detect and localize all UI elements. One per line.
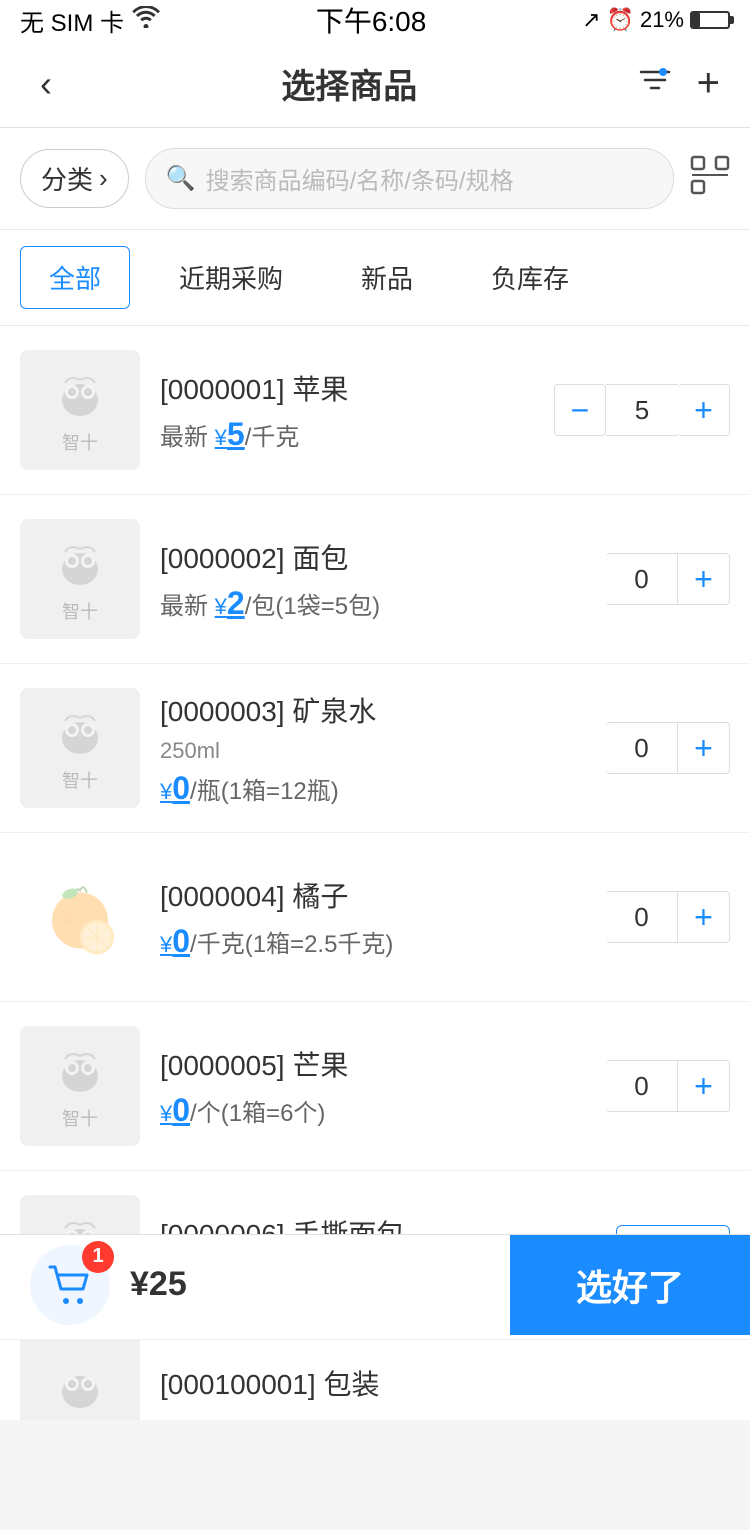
product-name-0000001: [0000001] 苹果 (160, 368, 534, 408)
product-price-0000003: ¥0/瓶(1箱=12瓶) (160, 770, 586, 807)
battery-icon (690, 11, 730, 29)
plus-button-0000005[interactable]: + (678, 1060, 730, 1112)
product-item-0000001: 智十 [0000001] 苹果 最新 ¥5/千克 − + (0, 326, 750, 495)
quantity-control-0000003: + (606, 722, 730, 774)
product-item-000100001: [000100001] 包装 (0, 1340, 750, 1420)
back-button[interactable]: ‹ (30, 53, 62, 115)
product-image-0000001: 智十 (20, 350, 140, 470)
product-info-000100001: [000100001] 包装 (160, 1363, 730, 1411)
plus-button-0000002[interactable]: + (678, 553, 730, 605)
cart-icon[interactable]: 1 (30, 1245, 110, 1325)
product-image-0000005: 智十 (20, 1026, 140, 1146)
tab-recent[interactable]: 近期采购 (150, 246, 312, 309)
filter-bar: 分类 › 🔍 搜索商品编码/名称/条码/规格 (0, 128, 750, 230)
plus-button-0000004[interactable]: + (678, 891, 730, 943)
tab-bar: 全部 近期采购 新品 负库存 (0, 230, 750, 326)
product-name-0000005: [0000005] 芒果 (160, 1044, 586, 1084)
product-item-0000003: 智十 [0000003] 矿泉水 250ml ¥0/瓶(1箱=12瓶) + (0, 664, 750, 833)
alarm-icon: ⏰ (607, 7, 634, 33)
product-item-0000004: [0000004] 橘子 ¥0/千克(1箱=2.5千克) + (0, 833, 750, 1002)
page-title: 选择商品 (281, 59, 417, 108)
cart-total: ¥25 (130, 1265, 187, 1304)
product-name-0000004: [0000004] 橘子 (160, 875, 586, 915)
quantity-input-0000003[interactable] (606, 722, 678, 774)
tab-all[interactable]: 全部 (20, 246, 130, 309)
wifi-icon (132, 6, 160, 35)
product-name-000100001: [000100001] 包装 (160, 1363, 730, 1403)
confirm-button[interactable]: 选好了 (510, 1235, 750, 1335)
battery-percent: 21% (640, 7, 684, 33)
status-right: ↗ ⏰ 21% (582, 7, 730, 33)
product-image-0000003: 智十 (20, 688, 140, 808)
product-name-0000003: [0000003] 矿泉水 (160, 690, 586, 730)
product-info-0000005: [0000005] 芒果 ¥0/个(1箱=6个) (160, 1044, 586, 1129)
product-image-0000002: 智十 (20, 519, 140, 639)
search-icon: 🔍 (166, 164, 196, 193)
product-spec-0000003: 250ml (160, 738, 586, 764)
search-placeholder: 搜索商品编码/名称/条码/规格 (206, 161, 514, 196)
product-image-0000004 (20, 857, 140, 977)
category-label: 分类 (41, 160, 93, 197)
status-left: 无 SIM 卡 (20, 3, 160, 38)
plus-button-0000001[interactable]: + (678, 384, 730, 436)
product-price-0000002: 最新 ¥2/包(1袋=5包) (160, 585, 586, 622)
quantity-control-0000005: + (606, 1060, 730, 1112)
category-button[interactable]: 分类 › (20, 149, 129, 208)
status-time: 下午6:08 (316, 0, 427, 40)
quantity-control-0000004: + (606, 891, 730, 943)
product-info-0000003: [0000003] 矿泉水 250ml ¥0/瓶(1箱=12瓶) (160, 690, 586, 807)
filter-icon[interactable] (637, 62, 673, 106)
scan-icon[interactable] (690, 155, 730, 203)
product-image-000100001 (20, 1340, 140, 1420)
quantity-input-0000001[interactable] (606, 384, 678, 436)
minus-button-0000001[interactable]: − (554, 384, 606, 436)
product-price-0000001: 最新 ¥5/千克 (160, 416, 534, 453)
product-item-0000002: 智十 [0000002] 面包 最新 ¥2/包(1袋=5包) + (0, 495, 750, 664)
quantity-input-0000002[interactable] (606, 553, 678, 605)
quantity-control-0000002: + (606, 553, 730, 605)
nav-bar: ‹ 选择商品 + (0, 40, 750, 128)
cart-badge: 1 (82, 1241, 114, 1273)
nav-actions: + (637, 61, 720, 106)
product-price-0000004: ¥0/千克(1箱=2.5千克) (160, 923, 586, 960)
location-icon: ↗ (582, 7, 600, 33)
plus-button-0000003[interactable]: + (678, 722, 730, 774)
category-chevron: › (99, 163, 108, 194)
add-button[interactable]: + (697, 61, 720, 106)
carrier-text: 无 SIM 卡 (20, 3, 124, 38)
quantity-input-0000005[interactable] (606, 1060, 678, 1112)
product-info-0000001: [0000001] 苹果 最新 ¥5/千克 (160, 368, 534, 453)
product-info-0000002: [0000002] 面包 最新 ¥2/包(1袋=5包) (160, 537, 586, 622)
bottom-bar: 1 ¥25 选好了 (0, 1234, 750, 1334)
product-item-0000005: 智十 [0000005] 芒果 ¥0/个(1箱=6个) + (0, 1002, 750, 1171)
tab-negative[interactable]: 负库存 (462, 246, 598, 309)
product-info-0000004: [0000004] 橘子 ¥0/千克(1箱=2.5千克) (160, 875, 586, 960)
product-price-0000005: ¥0/个(1箱=6个) (160, 1092, 586, 1129)
quantity-input-0000004[interactable] (606, 891, 678, 943)
cart-section: 1 ¥25 (0, 1245, 510, 1325)
tab-new[interactable]: 新品 (332, 246, 442, 309)
product-name-0000002: [0000002] 面包 (160, 537, 586, 577)
search-box[interactable]: 🔍 搜索商品编码/名称/条码/规格 (145, 148, 674, 209)
status-bar: 无 SIM 卡 下午6:08 ↗ ⏰ 21% (0, 0, 750, 40)
quantity-control-0000001: − + (554, 384, 730, 436)
